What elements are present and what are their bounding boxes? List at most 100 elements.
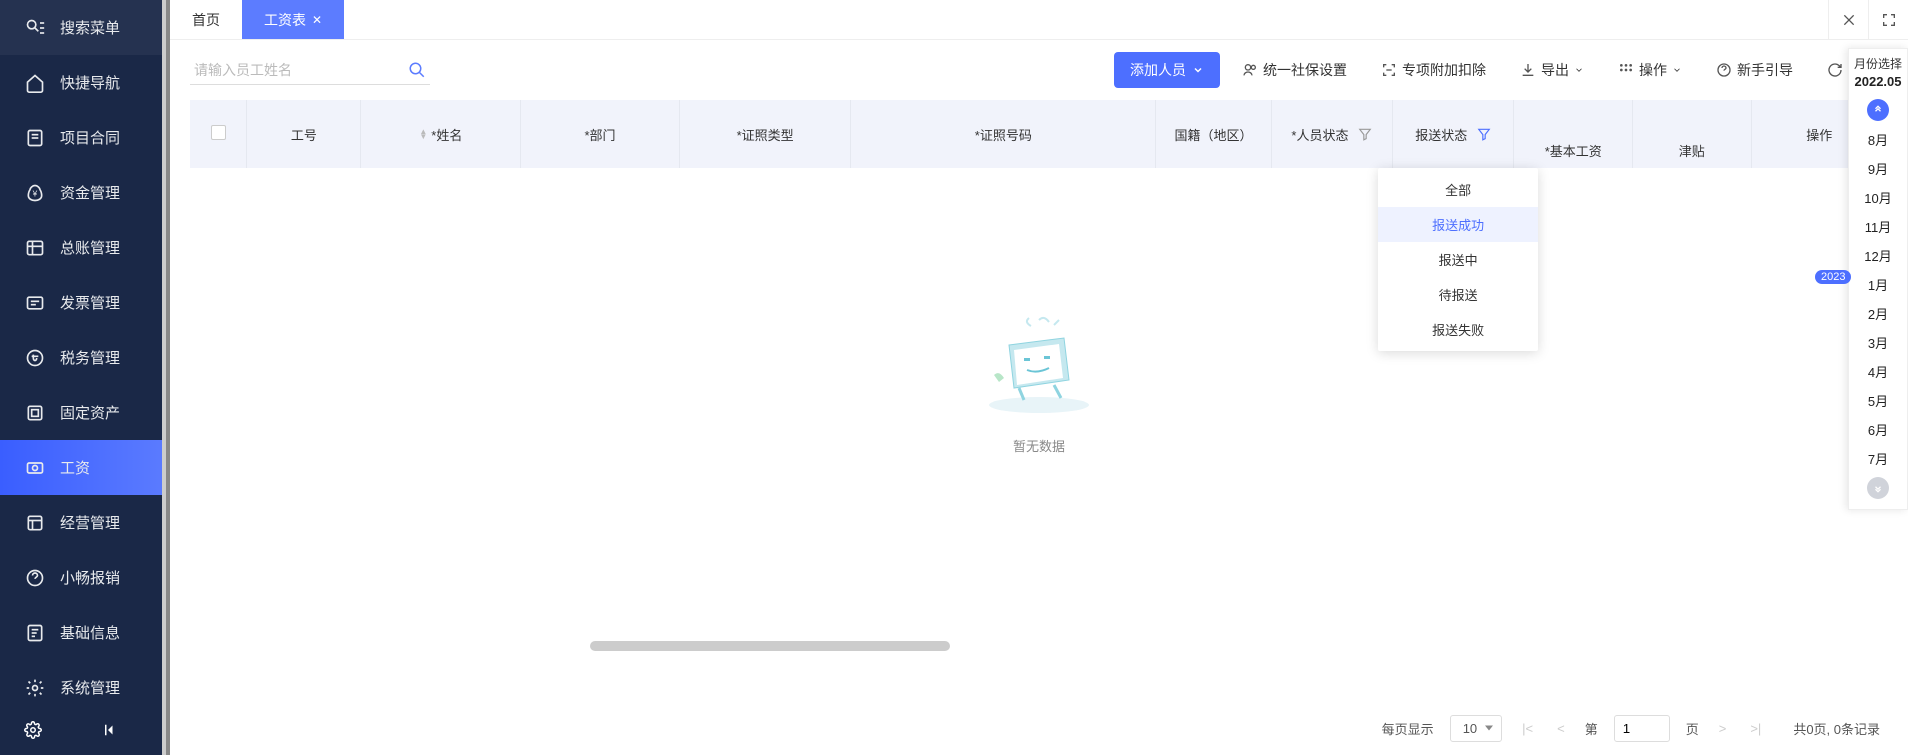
filter-icon[interactable] bbox=[1477, 127, 1491, 141]
month-item[interactable]: 5月 bbox=[1849, 386, 1907, 415]
special-deduction-button[interactable]: 专项附加扣除 bbox=[1369, 60, 1498, 80]
sidebar-item-label: 项目合同 bbox=[60, 127, 120, 148]
col-header: *基本工资 bbox=[1545, 141, 1602, 160]
col-header: 工号 bbox=[291, 125, 317, 144]
month-item[interactable]: 9月 bbox=[1849, 154, 1907, 183]
salary-icon bbox=[24, 457, 46, 479]
sidebar-item-label: 税务管理 bbox=[60, 347, 120, 368]
sidebar-item-system[interactable]: 系统管理 bbox=[0, 660, 170, 705]
month-item[interactable]: 4月 bbox=[1849, 357, 1907, 386]
users-icon bbox=[1242, 62, 1258, 78]
business-icon bbox=[24, 512, 46, 534]
month-item[interactable]: 3月 bbox=[1849, 328, 1907, 357]
filter-dropdown: 全部 报送成功 报送中 待报送 报送失败 bbox=[1378, 168, 1538, 351]
first-page-button[interactable]: |< bbox=[1518, 721, 1537, 736]
month-item[interactable]: 10月 bbox=[1849, 183, 1907, 212]
page-prefix: 第 bbox=[1585, 719, 1598, 738]
search-input[interactable] bbox=[190, 56, 404, 84]
horizontal-scrollbar[interactable] bbox=[590, 641, 950, 651]
next-page-button[interactable]: > bbox=[1715, 721, 1731, 736]
month-current: 2022.05 bbox=[1855, 74, 1902, 95]
month-selector-panel: 月份选择 2022.05 8月 9月 10月 11月 12月 2023 1月 2… bbox=[1848, 48, 1908, 510]
operate-button[interactable]: 操作 bbox=[1606, 60, 1694, 80]
search-list-icon bbox=[24, 17, 46, 39]
filter-option-pending[interactable]: 待报送 bbox=[1378, 277, 1538, 312]
main-area: 首页 工资表 ✕ 添加人员 统一社保设置 bbox=[170, 0, 1908, 755]
close-icon[interactable]: ✕ bbox=[312, 13, 322, 27]
link-label: 统一社保设置 bbox=[1263, 60, 1347, 80]
export-button[interactable]: 导出 bbox=[1508, 60, 1596, 80]
search-icon[interactable] bbox=[404, 57, 430, 83]
sidebar-item-tax[interactable]: 税务管理 bbox=[0, 330, 170, 385]
refresh-icon bbox=[1827, 62, 1843, 78]
sidebar-item-salary[interactable]: 工资 bbox=[0, 440, 170, 495]
fullscreen-button[interactable] bbox=[1868, 0, 1908, 40]
col-header: *部门 bbox=[584, 125, 615, 144]
month-item[interactable]: 2月 bbox=[1849, 299, 1907, 328]
month-panel-title: 月份选择 bbox=[1854, 49, 1902, 74]
col-header: 操作 bbox=[1806, 125, 1832, 144]
tab-label: 工资表 bbox=[264, 10, 306, 30]
sidebar-item-quick-nav[interactable]: 快捷导航 bbox=[0, 55, 170, 110]
sidebar-item-project-contract[interactable]: 项目合同 bbox=[0, 110, 170, 165]
sort-icon[interactable]: ▲▼ bbox=[419, 129, 427, 139]
collapse-sidebar-icon[interactable] bbox=[102, 721, 120, 739]
sidebar-item-label: 搜索菜单 bbox=[60, 17, 120, 38]
month-item[interactable]: 1月 bbox=[1849, 270, 1907, 299]
sidebar-item-ledger[interactable]: 总账管理 bbox=[0, 220, 170, 275]
social-insurance-button[interactable]: 统一社保设置 bbox=[1230, 60, 1359, 80]
sidebar-item-basic-info[interactable]: 基础信息 bbox=[0, 605, 170, 660]
per-page-label: 每页显示 bbox=[1382, 719, 1434, 738]
sidebar-item-search-menu[interactable]: 搜索菜单 bbox=[0, 0, 170, 55]
asset-icon bbox=[24, 402, 46, 424]
per-page-select[interactable]: 10 bbox=[1450, 715, 1502, 742]
month-item[interactable]: 12月 bbox=[1849, 241, 1907, 270]
last-page-button[interactable]: >| bbox=[1746, 721, 1765, 736]
filter-option-success[interactable]: 报送成功 bbox=[1378, 207, 1538, 242]
pagination: 每页显示 10 |< < 第 页 > >| 共0页, 0条记录 bbox=[170, 701, 1908, 755]
sidebar-item-business[interactable]: 经营管理 bbox=[0, 495, 170, 550]
svg-text:¥: ¥ bbox=[32, 188, 38, 198]
settings-icon[interactable] bbox=[24, 721, 42, 739]
month-scroll-up-button[interactable] bbox=[1867, 99, 1889, 121]
guide-button[interactable]: 新手引导 bbox=[1704, 60, 1805, 80]
filter-icon[interactable] bbox=[1358, 127, 1372, 141]
filter-option-in-progress[interactable]: 报送中 bbox=[1378, 242, 1538, 277]
empty-illustration-icon bbox=[969, 300, 1109, 420]
link-label: 操作 bbox=[1639, 60, 1667, 80]
chevron-down-icon bbox=[1574, 65, 1584, 75]
add-person-button[interactable]: 添加人员 bbox=[1114, 52, 1220, 88]
sidebar-resize-handle[interactable] bbox=[162, 0, 170, 755]
month-scroll-down-button[interactable] bbox=[1867, 477, 1889, 499]
sidebar-item-label: 发票管理 bbox=[60, 292, 120, 313]
select-all-checkbox[interactable] bbox=[211, 125, 226, 140]
col-header: 津贴 bbox=[1679, 141, 1705, 160]
month-item[interactable]: 11月 bbox=[1849, 212, 1907, 241]
sidebar-item-funds[interactable]: ¥ 资金管理 bbox=[0, 165, 170, 220]
col-header: *证照号码 bbox=[975, 125, 1032, 144]
grid-icon bbox=[1618, 62, 1634, 78]
chevron-down-icon bbox=[1192, 64, 1204, 76]
sidebar-item-label: 工资 bbox=[60, 457, 90, 478]
sidebar-item-fixed-assets[interactable]: 固定资产 bbox=[0, 385, 170, 440]
tab-home[interactable]: 首页 bbox=[170, 0, 242, 39]
tab-salary-sheet[interactable]: 工资表 ✕ bbox=[242, 0, 344, 39]
prev-page-button[interactable]: < bbox=[1553, 721, 1569, 736]
col-header: 报送状态 bbox=[1415, 125, 1467, 144]
close-all-tabs-button[interactable] bbox=[1828, 0, 1868, 40]
sidebar-item-reimburse[interactable]: 小畅报销 bbox=[0, 550, 170, 605]
filter-option-all[interactable]: 全部 bbox=[1378, 172, 1538, 207]
invoice-icon bbox=[24, 292, 46, 314]
salary-table: 工号 ▲▼*姓名 *部门 *证照类型 *证照号码 国籍（地区） *人员状态 报送… bbox=[190, 100, 1888, 168]
chevron-down-icon bbox=[1672, 65, 1682, 75]
sidebar-item-label: 经营管理 bbox=[60, 512, 120, 533]
col-header: *人员状态 bbox=[1291, 125, 1348, 144]
month-item[interactable]: 6月 bbox=[1849, 415, 1907, 444]
month-item[interactable]: 7月 bbox=[1849, 444, 1907, 473]
sidebar-item-invoice[interactable]: 发票管理 bbox=[0, 275, 170, 330]
filter-option-failed[interactable]: 报送失败 bbox=[1378, 312, 1538, 347]
page-input[interactable] bbox=[1614, 715, 1670, 742]
month-item[interactable]: 8月 bbox=[1849, 125, 1907, 154]
search-wrap bbox=[190, 56, 430, 85]
system-icon bbox=[24, 677, 46, 699]
